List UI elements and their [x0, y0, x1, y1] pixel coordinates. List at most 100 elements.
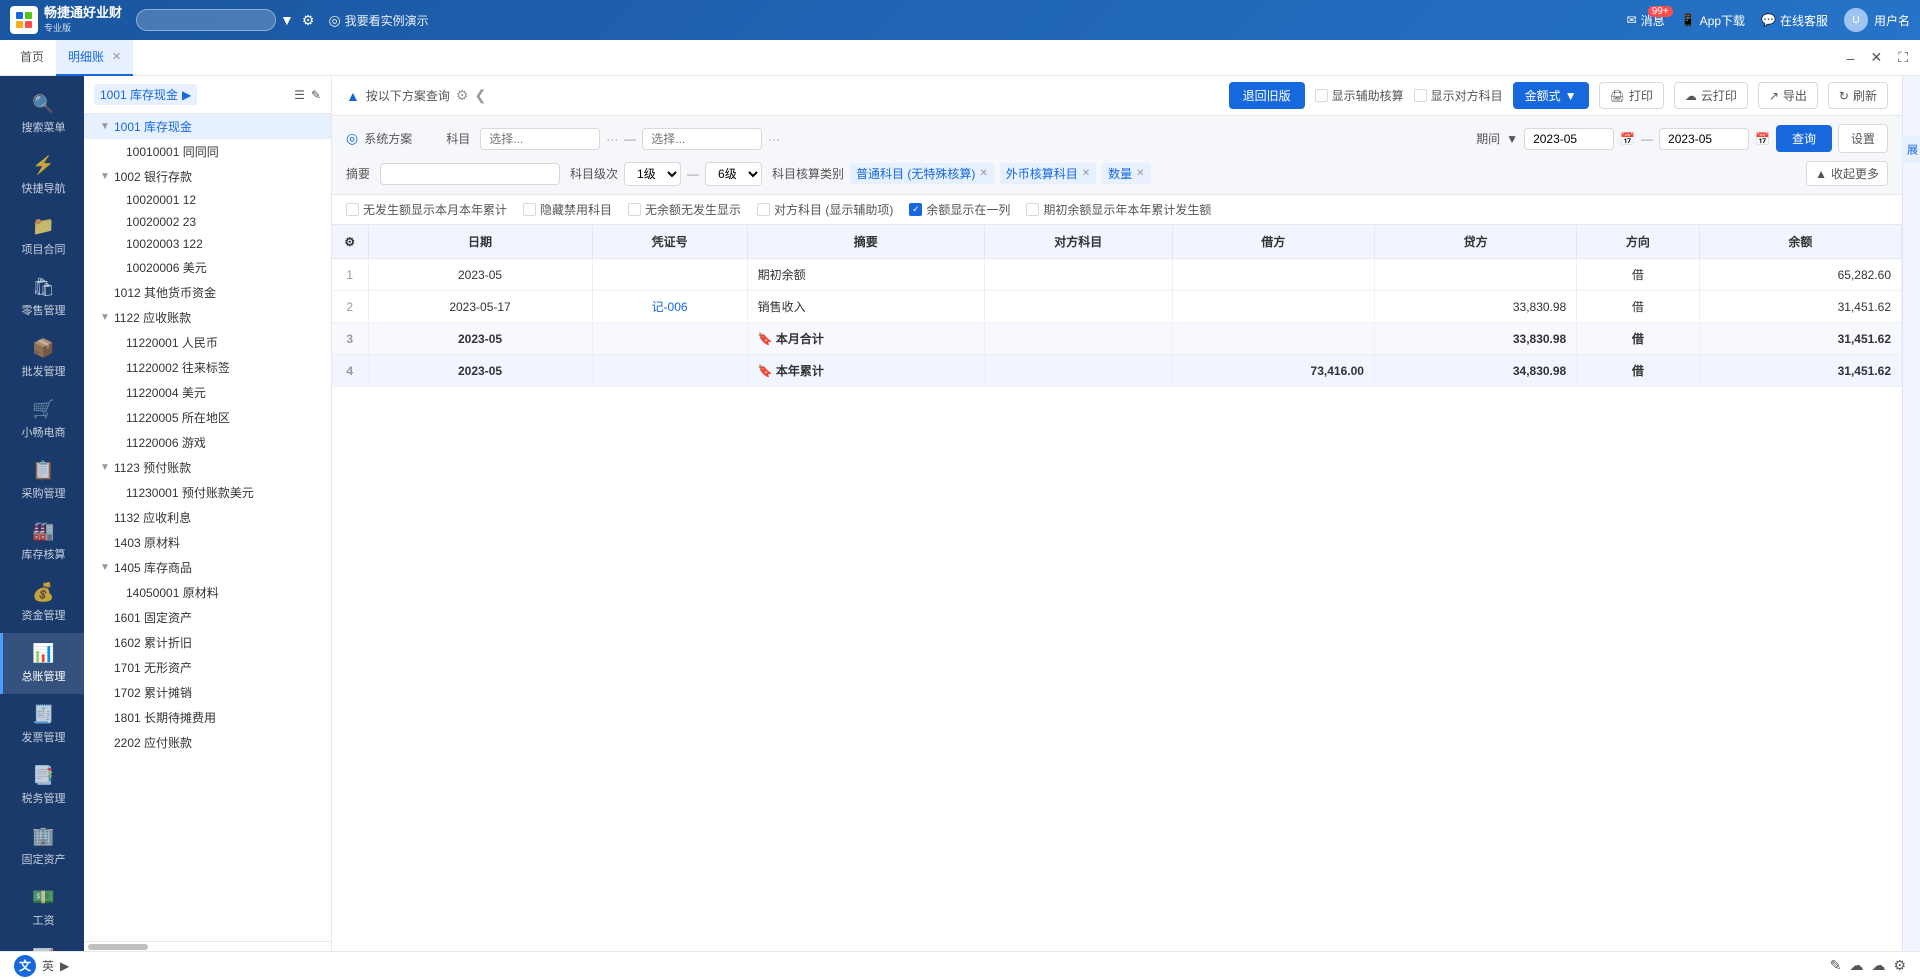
tree-item-1403[interactable]: 1403 原材料: [84, 530, 331, 555]
print-btn[interactable]: 🖨 打印: [1599, 82, 1664, 109]
period-to-input[interactable]: [1659, 128, 1749, 150]
category-tag-normal-close-icon[interactable]: ✕: [979, 168, 987, 179]
amount-type-btn[interactable]: 金额式 ▼: [1513, 82, 1589, 109]
tree-item-1701[interactable]: 1701 无形资产: [84, 655, 331, 680]
tree-item-11220006[interactable]: 11220006 游戏: [84, 430, 331, 455]
tree-item-1132[interactable]: 1132 应收利息: [84, 505, 331, 530]
sidebar-item-project[interactable]: 📁 项目合同: [0, 206, 84, 267]
demo-link[interactable]: ◎ 我要看实例演示: [328, 12, 428, 29]
show-aux-checkbox[interactable]: 显示辅助核算: [1315, 87, 1404, 104]
cb-show-ytd[interactable]: 期初余额显示年本年累计发生额: [1026, 201, 1211, 218]
tree-item-10020006[interactable]: 10020006 美元: [84, 255, 331, 280]
level-to-select[interactable]: 6级5级4级: [705, 162, 762, 186]
sidebar-item-search[interactable]: 🔍 搜索菜单: [0, 84, 84, 145]
sidebar-item-invoice[interactable]: 🧾 发票管理: [0, 694, 84, 755]
settings-icon[interactable]: ⚙: [302, 12, 315, 29]
tree-item-11220005[interactable]: 11220005 所在地区: [84, 405, 331, 430]
tab-minimize-btn[interactable]: –: [1843, 48, 1859, 68]
cb-no-balance[interactable]: 无余额无发生显示: [628, 201, 741, 218]
message-btn[interactable]: ✉ 消息 99+: [1627, 12, 1665, 29]
tab-close-btn[interactable]: ✕: [1866, 47, 1886, 68]
account-list-icon[interactable]: ☰: [294, 88, 305, 102]
sidebar-item-purchase[interactable]: 📋 采购管理: [0, 450, 84, 511]
cb-no-occur[interactable]: 无发生额显示本月本年累计: [346, 201, 507, 218]
cloud-icon-1[interactable]: ☁: [1849, 957, 1863, 974]
category-tag-quantity-close-icon[interactable]: ✕: [1136, 168, 1144, 179]
voucher-link-2[interactable]: 记-006: [652, 300, 688, 314]
cb-show-balance[interactable]: ✓ 余额显示在一列: [909, 201, 1010, 218]
tree-item-1001[interactable]: ▼ 1001 库存现金: [84, 114, 331, 139]
period-calendar-from-icon[interactable]: 📅: [1620, 132, 1635, 146]
tree-item-1601[interactable]: 1601 固定资产: [84, 605, 331, 630]
tree-item-1801[interactable]: 1801 长期待摊费用: [84, 705, 331, 730]
search-input[interactable]: [136, 9, 276, 31]
cb-opposite[interactable]: 对方科目 (显示辅助项): [757, 201, 893, 218]
filter-section-settings-icon[interactable]: ⚙: [456, 87, 469, 104]
tree-item-11220004[interactable]: 11220004 美元: [84, 380, 331, 405]
subject-input-end[interactable]: [642, 128, 762, 150]
row-2-voucher[interactable]: 记-006: [592, 291, 747, 323]
account-code-tag[interactable]: 1001 库存现金 ▶: [94, 84, 197, 105]
cloud-icon-2[interactable]: ☁: [1871, 957, 1885, 974]
tree-item-1123[interactable]: ▼ 1123 预付账款: [84, 455, 331, 480]
sidebar-item-assets[interactable]: 🏢 固定资产: [0, 816, 84, 877]
lang-label[interactable]: 英: [42, 957, 54, 974]
sidebar-item-business[interactable]: 📈 经营管理: [0, 938, 84, 951]
subject-end-more-icon[interactable]: ···: [768, 132, 780, 146]
settings-btn[interactable]: 设置: [1838, 124, 1888, 153]
tree-item-1122[interactable]: ▼ 1122 应收账款: [84, 305, 331, 330]
tree-item-10020001[interactable]: 10020001 12: [84, 189, 331, 211]
tree-item-1405[interactable]: ▼ 1405 库存商品: [84, 555, 331, 580]
tree-item-1602[interactable]: 1602 累计折旧: [84, 630, 331, 655]
tree-item-1002[interactable]: ▼ 1002 银行存款: [84, 164, 331, 189]
search-dropdown-icon[interactable]: ▼: [280, 12, 294, 28]
col-settings[interactable]: ⚙: [332, 225, 368, 259]
tab-home[interactable]: 首页: [8, 40, 56, 76]
tree-item-14050001[interactable]: 14050001 原材料: [84, 580, 331, 605]
tree-item-10010001[interactable]: 10010001 同同同: [84, 139, 331, 164]
back-old-version-btn[interactable]: 退回旧版: [1229, 82, 1305, 109]
tab-expand-btn[interactable]: ⛶: [1894, 47, 1912, 68]
translate-btn[interactable]: 文: [14, 955, 36, 977]
period-calendar-to-icon[interactable]: 📅: [1755, 132, 1770, 146]
sidebar-item-salary[interactable]: 💵 工资: [0, 877, 84, 938]
app-download-btn[interactable]: 📱 App下载: [1681, 12, 1745, 29]
tree-item-1702[interactable]: 1702 累计摊销: [84, 680, 331, 705]
account-edit-icon[interactable]: ✎: [311, 88, 321, 102]
subject-input[interactable]: [480, 128, 600, 150]
cloud-print-btn[interactable]: ☁ 云打印: [1674, 82, 1748, 109]
settings-small-icon[interactable]: ⚙: [1893, 957, 1906, 974]
tree-item-2202[interactable]: 2202 应付账款: [84, 730, 331, 755]
summary-input[interactable]: [380, 163, 560, 185]
export-btn[interactable]: ↗ 导出: [1758, 82, 1818, 109]
tree-item-11230001[interactable]: 11230001 预付账款美元: [84, 480, 331, 505]
sidebar-item-ecommerce[interactable]: 🛒 小畅电商: [0, 389, 84, 450]
tab-ledger[interactable]: 明细账 ✕: [56, 40, 133, 76]
filter-section-arrow-icon[interactable]: ❮: [474, 87, 486, 104]
sidebar-item-capital[interactable]: 💰 资金管理: [0, 572, 84, 633]
level-from-select[interactable]: 1级2级3级: [624, 162, 681, 186]
sidebar-item-wholesale[interactable]: 📦 批发管理: [0, 328, 84, 389]
edit-icon[interactable]: ✎: [1830, 957, 1842, 974]
sidebar-item-retail[interactable]: 🛍 零售管理: [0, 267, 84, 328]
tree-item-1012[interactable]: 1012 其他货币资金: [84, 280, 331, 305]
category-tag-foreign-close-icon[interactable]: ✕: [1082, 168, 1090, 179]
right-expand-btn[interactable]: 展: [1901, 136, 1920, 163]
user-menu[interactable]: U 用户名: [1844, 8, 1910, 32]
sidebar-item-shortcut[interactable]: ⚡ 快捷导航: [0, 145, 84, 206]
tree-item-10020002[interactable]: 10020002 23: [84, 211, 331, 233]
period-dropdown-icon[interactable]: ▼: [1506, 132, 1518, 146]
collapse-btn[interactable]: ▲ 收起更多: [1806, 161, 1888, 186]
sidebar-item-tax[interactable]: 📑 税务管理: [0, 755, 84, 816]
show-opposite-checkbox[interactable]: 显示对方科目: [1414, 87, 1503, 104]
tab-close-icon[interactable]: ✕: [112, 50, 121, 63]
tree-item-11220001[interactable]: 11220001 人民币: [84, 330, 331, 355]
tree-item-10020003[interactable]: 10020003 122: [84, 233, 331, 255]
period-from-input[interactable]: [1524, 128, 1614, 150]
refresh-btn[interactable]: ↻ 刷新: [1828, 82, 1888, 109]
subject-more-icon[interactable]: ···: [606, 132, 618, 146]
sidebar-item-inventory[interactable]: 🏭 库存核算: [0, 511, 84, 572]
query-btn[interactable]: 查询: [1776, 125, 1832, 152]
tree-item-11220002[interactable]: 11220002 往来标签: [84, 355, 331, 380]
cb-hide-disabled[interactable]: 隐藏禁用科目: [523, 201, 612, 218]
